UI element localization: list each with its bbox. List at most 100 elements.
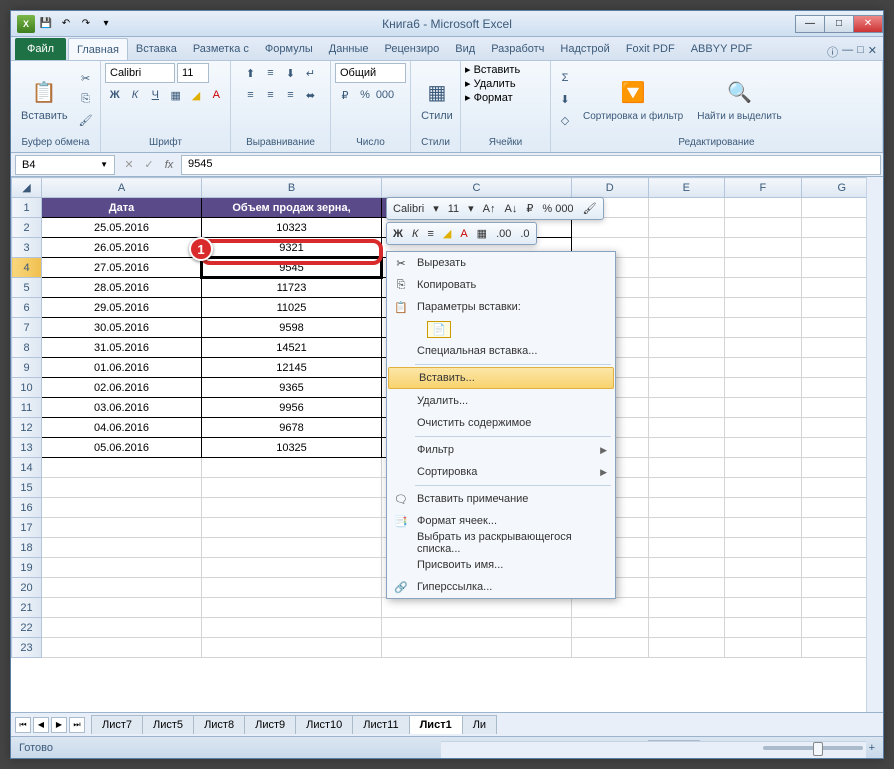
sheet-tab-Лист5[interactable]: Лист5 bbox=[142, 715, 194, 734]
qat-dropdown-icon[interactable]: ▾ bbox=[97, 15, 115, 33]
underline-icon[interactable]: Ч bbox=[146, 85, 165, 105]
align-bot-icon[interactable]: ⬇ bbox=[281, 63, 301, 83]
mdi-close-icon[interactable]: ✕ bbox=[868, 44, 877, 60]
mini-toolbar[interactable]: Calibri▾ 11▾ A↑ A↓ ₽ % 000 🖌 bbox=[386, 197, 604, 220]
row-header-11[interactable]: 11 bbox=[12, 398, 42, 418]
merge-icon[interactable]: ⬌ bbox=[301, 85, 321, 105]
ctx-dropdown-list[interactable]: Выбрать из раскрывающегося списка... bbox=[387, 532, 615, 554]
cell-A13[interactable]: 05.06.2016 bbox=[42, 438, 202, 458]
ctx-copy[interactable]: ⎘Копировать bbox=[387, 274, 615, 296]
sheet-tab-Лист9[interactable]: Лист9 bbox=[244, 715, 296, 734]
styles-button[interactable]: ▦Стили bbox=[415, 74, 459, 124]
row-header-16[interactable]: 16 bbox=[12, 498, 42, 518]
ctx-paste-icon-btn[interactable]: 📄 bbox=[387, 318, 615, 340]
tab-nav-first-icon[interactable]: ⏮ bbox=[15, 717, 31, 733]
font-size-combo[interactable]: 11 bbox=[177, 63, 209, 83]
name-box[interactable]: B4▼ bbox=[15, 155, 115, 175]
excel-icon[interactable]: X bbox=[17, 15, 35, 33]
formula-input[interactable]: 9545 bbox=[181, 155, 881, 175]
ctx-delete[interactable]: Удалить... bbox=[387, 390, 615, 412]
row-header-14[interactable]: 14 bbox=[12, 458, 42, 478]
mini-toolbar-row2[interactable]: Ж К ≡ ◢ A ▦ .00 .0 bbox=[386, 222, 537, 245]
align-mid-icon[interactable]: ≡ bbox=[261, 63, 281, 83]
ribbon-tab-10[interactable]: ABBYY PDF bbox=[683, 38, 761, 60]
cell-A8[interactable]: 31.05.2016 bbox=[42, 338, 202, 358]
wrap-text-icon[interactable]: ↵ bbox=[301, 63, 321, 83]
comma-icon[interactable]: 000 bbox=[375, 85, 395, 105]
ribbon-tab-4[interactable]: Данные bbox=[321, 38, 377, 60]
col-header-A[interactable]: A bbox=[42, 178, 202, 198]
cell-B2[interactable]: 10323 bbox=[202, 218, 382, 238]
cell-A9[interactable]: 01.06.2016 bbox=[42, 358, 202, 378]
cell-B11[interactable]: 9956 bbox=[202, 398, 382, 418]
fill-icon[interactable]: ⬇ bbox=[555, 89, 575, 109]
border-icon[interactable]: ▦ bbox=[166, 85, 185, 105]
cells-insert-button[interactable]: ▸ Вставить bbox=[465, 63, 546, 76]
paste-button[interactable]: 📋Вставить bbox=[15, 74, 74, 124]
row-header-5[interactable]: 5 bbox=[12, 278, 42, 298]
ctx-cut[interactable]: ✂Вырезать bbox=[387, 252, 615, 274]
mt-fill-icon[interactable]: ◢ bbox=[440, 226, 454, 241]
mt-border-icon[interactable]: ▦ bbox=[474, 226, 490, 241]
row-header-7[interactable]: 7 bbox=[12, 318, 42, 338]
ribbon-tab-0[interactable]: Главная bbox=[68, 38, 128, 60]
row-header-18[interactable]: 18 bbox=[12, 538, 42, 558]
percent-icon[interactable]: % bbox=[355, 85, 375, 105]
row-header-20[interactable]: 20 bbox=[12, 578, 42, 598]
ribbon-tab-6[interactable]: Вид bbox=[447, 38, 483, 60]
zoom-slider[interactable] bbox=[763, 746, 863, 750]
ctx-filter[interactable]: Фильтр▶ bbox=[387, 439, 615, 461]
row-header-19[interactable]: 19 bbox=[12, 558, 42, 578]
cells-delete-button[interactable]: ▸ Удалить bbox=[465, 77, 546, 90]
mdi-restore-icon[interactable]: □ bbox=[857, 44, 864, 60]
ctx-sort[interactable]: Сортировка▶ bbox=[387, 461, 615, 483]
sheet-tab-Лист10[interactable]: Лист10 bbox=[295, 715, 353, 734]
cell-B7[interactable]: 9598 bbox=[202, 318, 382, 338]
minimize-button[interactable]: — bbox=[795, 15, 825, 33]
mt-format-painter-icon[interactable]: 🖌 bbox=[580, 201, 600, 216]
align-top-icon[interactable]: ⬆ bbox=[241, 63, 261, 83]
fx-icon[interactable]: fx bbox=[159, 159, 179, 171]
maximize-button[interactable]: □ bbox=[824, 15, 854, 33]
format-painter-icon[interactable]: 🖌 bbox=[76, 110, 96, 130]
row-header-17[interactable]: 17 bbox=[12, 518, 42, 538]
ctx-clear[interactable]: Очистить содержимое bbox=[387, 412, 615, 434]
mt-font[interactable]: Calibri bbox=[390, 202, 427, 216]
mt-currency-icon[interactable]: ₽ bbox=[523, 201, 536, 216]
header-date[interactable]: Дата bbox=[42, 198, 202, 218]
ctx-hyperlink[interactable]: 🔗Гиперссылка... bbox=[387, 576, 615, 598]
cell-A11[interactable]: 03.06.2016 bbox=[42, 398, 202, 418]
sheet-tab-Лист8[interactable]: Лист8 bbox=[193, 715, 245, 734]
col-header-E[interactable]: E bbox=[648, 178, 725, 198]
ctx-define-name[interactable]: Присвоить имя... bbox=[387, 554, 615, 576]
row-header-12[interactable]: 12 bbox=[12, 418, 42, 438]
mt-shrink-icon[interactable]: A↓ bbox=[502, 202, 521, 216]
mt-align-icon[interactable]: ≡ bbox=[424, 227, 436, 241]
row-header-22[interactable]: 22 bbox=[12, 618, 42, 638]
redo-icon[interactable]: ↷ bbox=[77, 15, 95, 33]
row-header-1[interactable]: 1 bbox=[12, 198, 42, 218]
cell-A6[interactable]: 29.05.2016 bbox=[42, 298, 202, 318]
cell-A2[interactable]: 25.05.2016 bbox=[42, 218, 202, 238]
cell-B6[interactable]: 11025 bbox=[202, 298, 382, 318]
mt-dec-dec-icon[interactable]: .0 bbox=[517, 227, 532, 241]
cell-A7[interactable]: 30.05.2016 bbox=[42, 318, 202, 338]
ctx-paste-special[interactable]: Специальная вставка... bbox=[387, 340, 615, 362]
select-all[interactable]: ◢ bbox=[12, 178, 42, 198]
currency-icon[interactable]: ₽ bbox=[335, 85, 355, 105]
row-header-13[interactable]: 13 bbox=[12, 438, 42, 458]
sort-filter-button[interactable]: 🔽Сортировка и фильтр bbox=[577, 75, 689, 124]
cut-icon[interactable]: ✂ bbox=[76, 68, 96, 88]
tab-nav-last-icon[interactable]: ⏭ bbox=[69, 717, 85, 733]
cell-B3[interactable]: 9321 bbox=[202, 238, 382, 258]
vertical-scrollbar[interactable] bbox=[866, 177, 883, 712]
row-header-8[interactable]: 8 bbox=[12, 338, 42, 358]
row-header-21[interactable]: 21 bbox=[12, 598, 42, 618]
cell-B13[interactable]: 10325 bbox=[202, 438, 382, 458]
bold-icon[interactable]: Ж bbox=[105, 85, 124, 105]
row-header-23[interactable]: 23 bbox=[12, 638, 42, 658]
cell-B10[interactable]: 9365 bbox=[202, 378, 382, 398]
find-select-button[interactable]: 🔍Найти и выделить bbox=[691, 75, 787, 124]
align-left-icon[interactable]: ≡ bbox=[241, 85, 261, 105]
mdi-min-icon[interactable]: — bbox=[842, 44, 853, 60]
